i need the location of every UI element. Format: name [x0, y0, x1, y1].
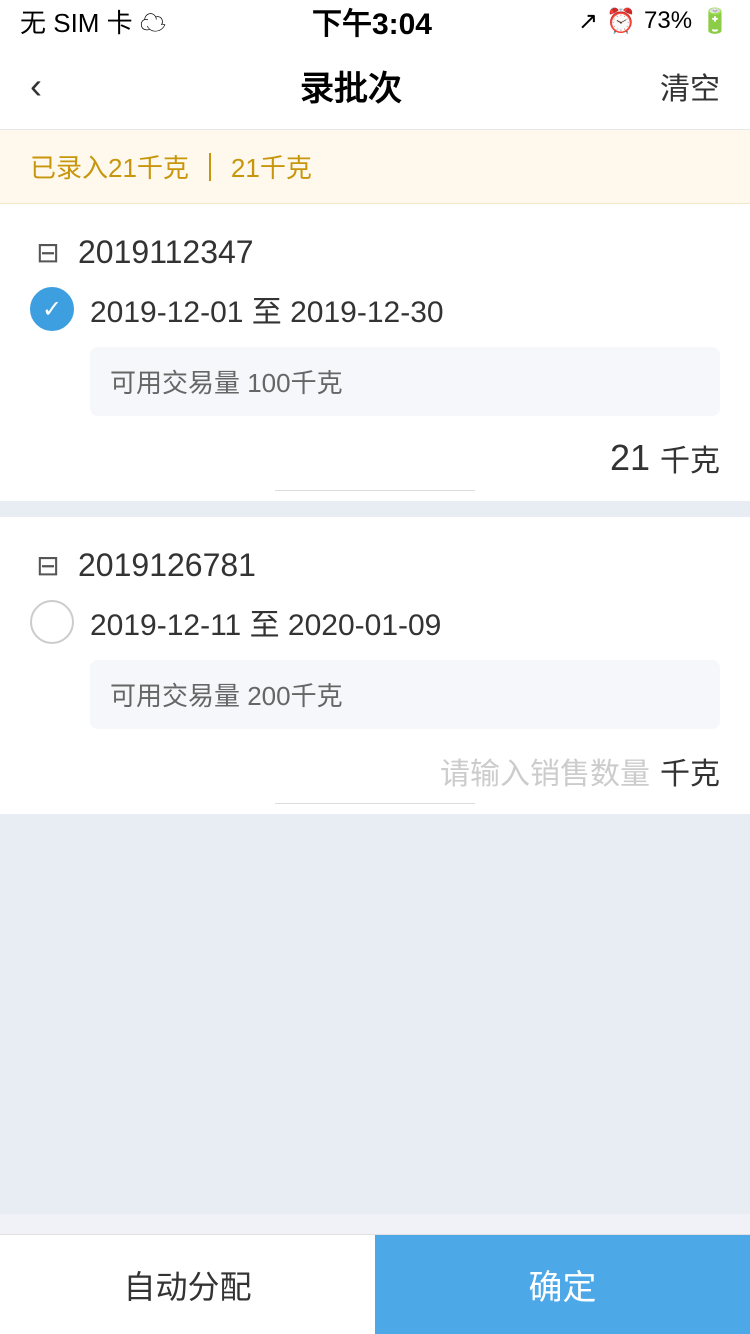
batch-header-2: ⊟ 2019126781 [30, 547, 720, 584]
status-right: ↗ ⏰ 73% 🔋 [578, 7, 730, 36]
radio-button-1[interactable]: ✓ [30, 287, 74, 331]
batch-header-1: ⊟ 2019112347 [30, 234, 720, 271]
batch-qty-input-1[interactable] [570, 437, 650, 479]
alarm-icon: ⏰ [606, 7, 636, 36]
batch-card-1: ⊟ 2019112347 ✓ 2019-12-01 至 2019-12-30 可… [0, 204, 750, 501]
batch-number-1: 2019112347 [78, 234, 254, 271]
no-sim-label: 无 SIM 卡 ☁ [20, 3, 166, 40]
location-icon: ↗ [578, 7, 598, 36]
page-title: 录批次 [300, 61, 402, 110]
batch-unit-1: 千克 [660, 436, 720, 480]
batch-trade-box-1: 可用交易量 100千克 [90, 347, 720, 416]
qty-divider-1 [275, 490, 475, 491]
batch-trade-text-2: 可用交易量 200千克 [110, 681, 343, 711]
status-left: 无 SIM 卡 ☁ [20, 3, 166, 40]
batch-qty-row-2: 请输入销售数量 千克 [30, 729, 720, 793]
bottom-empty-area [0, 814, 750, 1214]
recorded-amount-value: 21千克 [231, 148, 312, 185]
back-button[interactable]: ‹ [30, 65, 42, 107]
batch-unit-2: 千克 [660, 749, 720, 793]
confirm-button[interactable]: 确定 [375, 1235, 750, 1334]
batch-date-2: 2019-12-11 至 2020-01-09 [90, 600, 441, 644]
batch-number-2: 2019126781 [78, 547, 256, 584]
batch-date-1: 2019-12-01 至 2019-12-30 [90, 287, 444, 331]
section-divider [0, 501, 750, 517]
recorded-amount-label: 已录入21千克 [30, 148, 189, 185]
batch-qty-placeholder-2: 请输入销售数量 [440, 749, 650, 793]
batch-date-row-2[interactable]: 2019-12-11 至 2020-01-09 [30, 600, 720, 644]
check-icon-1: ✓ [42, 295, 62, 324]
batch-trade-box-2: 可用交易量 200千克 [90, 660, 720, 729]
batch-icon-2: ⊟ [30, 551, 66, 581]
status-time: 下午3:04 [312, 0, 432, 43]
batch-icon-1: ⊟ [30, 238, 66, 268]
clear-button[interactable]: 清空 [660, 64, 720, 108]
footer: 自动分配 确定 [0, 1234, 750, 1334]
battery-indicator: 73% [644, 7, 692, 35]
battery-icon: 🔋 [700, 7, 730, 36]
batch-date-row-1[interactable]: ✓ 2019-12-01 至 2019-12-30 [30, 287, 720, 331]
batch-trade-text-1: 可用交易量 100千克 [110, 368, 343, 398]
info-banner: 已录入21千克 21千克 [0, 130, 750, 204]
nav-bar: ‹ 录批次 清空 [0, 42, 750, 130]
qty-divider-2 [275, 803, 475, 804]
banner-divider [209, 153, 211, 181]
auto-distribute-button[interactable]: 自动分配 [0, 1235, 375, 1334]
batch-card-2: ⊟ 2019126781 2019-12-11 至 2020-01-09 可用交… [0, 517, 750, 814]
radio-button-2[interactable] [30, 600, 74, 644]
status-bar: 无 SIM 卡 ☁ 下午3:04 ↗ ⏰ 73% 🔋 [0, 0, 750, 42]
batch-qty-row-1: 千克 [30, 416, 720, 480]
